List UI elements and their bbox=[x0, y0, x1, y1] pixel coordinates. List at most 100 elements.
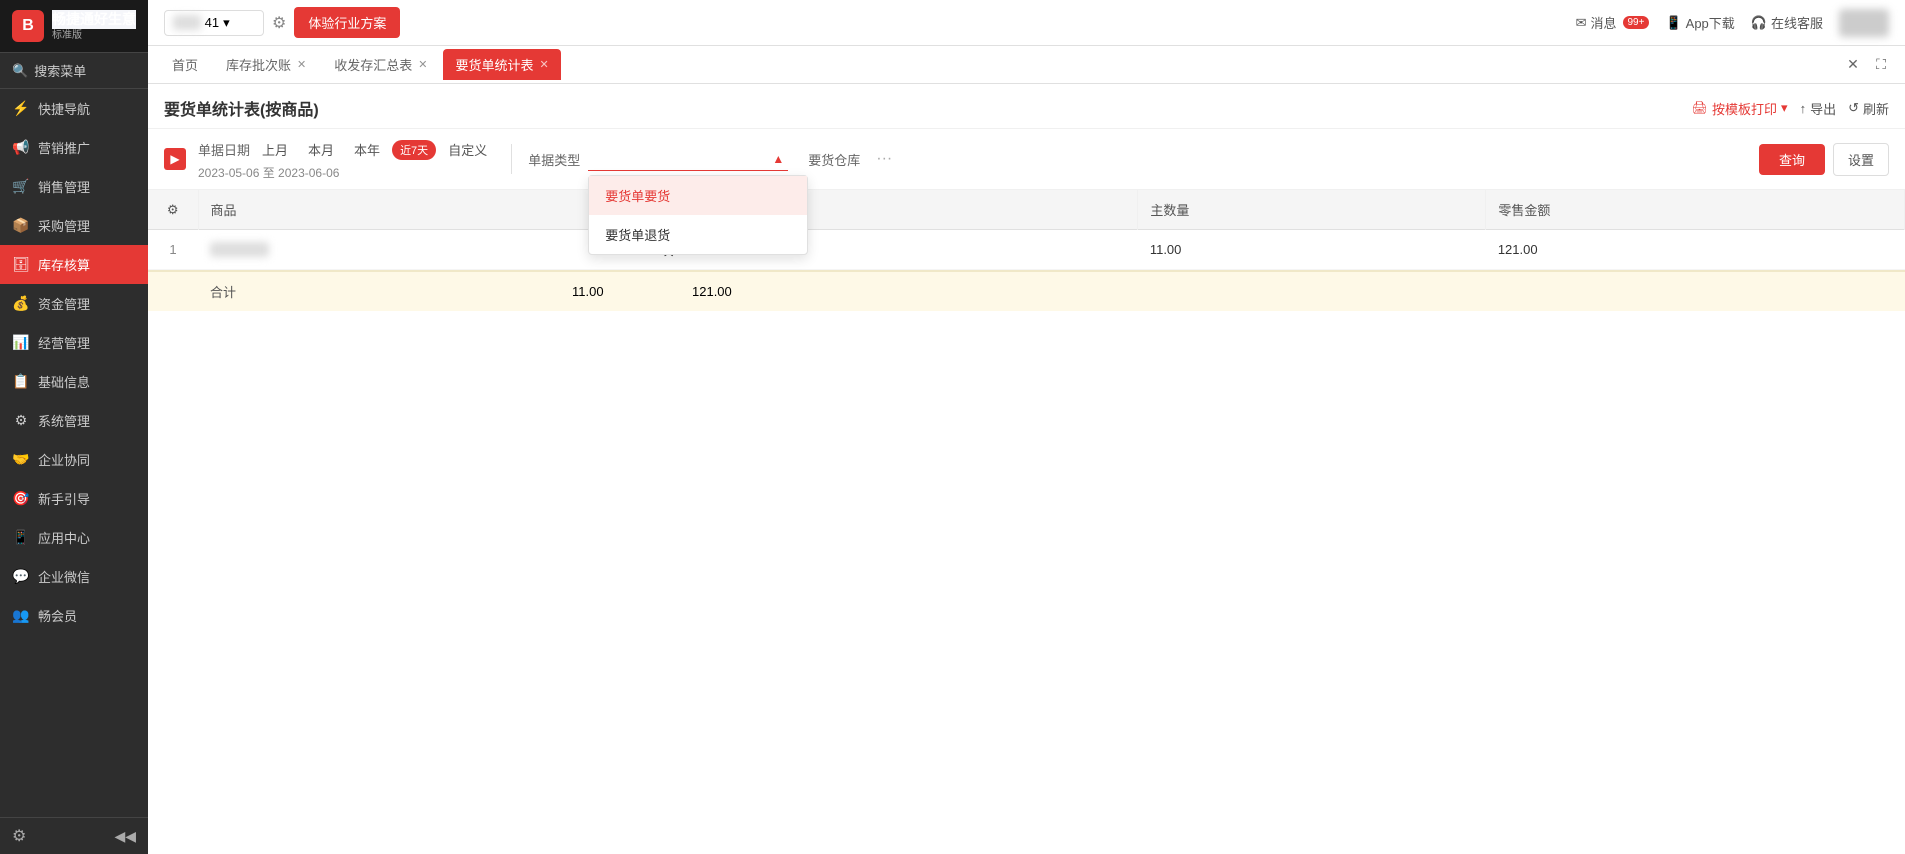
sidebar-icon-quick-nav: ⚡ bbox=[12, 100, 30, 117]
page-header: 要货单统计表(按商品) 🖨 按模板打印 ▾ ↑ 导出 ↺ 刷新 bbox=[148, 84, 1905, 128]
tab-order-summary[interactable]: 要货单统计表 ✕ bbox=[443, 49, 560, 80]
warehouse-ellipsis-icon[interactable]: ··· bbox=[876, 150, 892, 168]
tab-batch-account[interactable]: 库存批次账✕ bbox=[214, 49, 318, 80]
cell-index-0: 1 bbox=[148, 230, 198, 270]
collapse-button[interactable]: ◀◀ bbox=[114, 828, 136, 845]
print-arrow-icon: ▾ bbox=[1781, 100, 1788, 116]
messages-item[interactable]: ✉ 消息 99+ bbox=[1576, 13, 1650, 32]
messages-badge: 99+ bbox=[1623, 16, 1650, 29]
sidebar-item-basic[interactable]: 📋 基础信息 bbox=[0, 362, 148, 401]
print-icon: 🖨 bbox=[1692, 100, 1709, 116]
dropdown-arrow-icon: ▾ bbox=[223, 15, 230, 31]
sidebar-item-enterprise[interactable]: 🤝 企业协同 bbox=[0, 440, 148, 479]
date-option-this-month[interactable]: 本月 bbox=[300, 137, 342, 162]
sidebar-item-guide[interactable]: 🎯 新手引导 bbox=[0, 479, 148, 518]
type-selector: 单据类型 ▲ 要货单要货要货单退货 bbox=[528, 147, 788, 171]
user-avatar[interactable] bbox=[1839, 9, 1889, 37]
page-inner: 要货单统计表(按商品) 🖨 按模板打印 ▾ ↑ 导出 ↺ 刷新 bbox=[148, 84, 1905, 854]
date-options: 单据日期 上月 本月 本年 近7天 自定义 bbox=[198, 137, 495, 162]
warehouse-filter-label: 要货仓库 bbox=[808, 150, 860, 169]
app-download-item[interactable]: 📱 App下载 bbox=[1665, 13, 1734, 32]
tab-close-receive-summary[interactable]: ✕ bbox=[418, 58, 427, 71]
search-icon: 🔍 bbox=[12, 63, 28, 79]
sidebar-item-wechat[interactable]: 💬 企业微信 bbox=[0, 557, 148, 596]
total-quantity: 11.00 bbox=[560, 284, 680, 299]
sidebar-item-sales[interactable]: 🛒 销售管理 bbox=[0, 167, 148, 206]
sidebar-icon-marketing: 📢 bbox=[12, 139, 30, 156]
tab-close-batch-account[interactable]: ✕ bbox=[297, 58, 306, 71]
refresh-button[interactable]: ↺ 刷新 bbox=[1848, 99, 1889, 118]
table-settings-icon[interactable]: ⚙ bbox=[167, 202, 179, 217]
sidebar-label-sales: 销售管理 bbox=[38, 177, 90, 196]
total-label: 合计 bbox=[160, 282, 360, 301]
filter-divider-1 bbox=[511, 144, 512, 174]
sidebar-icon-app-center: 📱 bbox=[12, 529, 30, 546]
filter-settings-button[interactable]: 设置 bbox=[1833, 143, 1889, 176]
sidebar-bottom: ⚙ ◀◀ bbox=[0, 817, 148, 854]
top-header: ███ 41 ▾ ⚙ 体验行业方案 ✉ 消息 99+ 📱 App下载 🎧 在线客… bbox=[148, 0, 1905, 46]
sidebar-icon-purchase: 📦 bbox=[12, 217, 30, 234]
type-input[interactable] bbox=[588, 147, 788, 171]
sidebar-item-marketing[interactable]: 📢 营销推广 bbox=[0, 128, 148, 167]
cell-product-0: ████ ██ bbox=[198, 230, 649, 270]
trial-button[interactable]: 体验行业方案 bbox=[294, 7, 400, 38]
header-right: ✉ 消息 99+ 📱 App下载 🎧 在线客服 bbox=[1576, 9, 1889, 37]
col-product: 商品 bbox=[198, 190, 649, 230]
sidebar-item-purchase[interactable]: 📦 采购管理 bbox=[0, 206, 148, 245]
query-button[interactable]: 查询 bbox=[1759, 144, 1825, 175]
sidebar-label-purchase: 采购管理 bbox=[38, 216, 90, 235]
date-option-custom[interactable]: 自定义 bbox=[440, 137, 495, 162]
export-button[interactable]: ↑ 导出 bbox=[1800, 99, 1837, 118]
cell-quantity-0: 11.00 bbox=[1138, 230, 1486, 270]
col-settings[interactable]: ⚙ bbox=[148, 190, 198, 230]
dropdown-item-return[interactable]: 要货单退货 bbox=[589, 215, 807, 254]
date-option-this-year[interactable]: 本年 bbox=[346, 137, 388, 162]
sidebar-item-members[interactable]: 👥 畅会员 bbox=[0, 596, 148, 635]
search-menu[interactable]: 🔍 搜索菜单 bbox=[0, 53, 148, 89]
tab-label-order-summary: 要货单统计表 bbox=[455, 55, 533, 74]
sidebar-label-enterprise: 企业协同 bbox=[38, 450, 90, 469]
sidebar-item-inventory[interactable]: 🗄 库存核算 bbox=[0, 245, 148, 284]
sidebar: B 畅捷通好生意 标准版 🔍 搜索菜单 ⚡ 快捷导航 📢 营销推广 🛒 销售管理… bbox=[0, 0, 148, 854]
tab-label-receive-summary: 收发存汇总表 bbox=[334, 55, 412, 74]
tab-label-home: 首页 bbox=[172, 55, 198, 74]
table-head: ⚙ 商品 主计量单位 主数量 零售金额 bbox=[148, 190, 1905, 230]
print-button[interactable]: 🖨 按模板打印 ▾ bbox=[1692, 99, 1788, 118]
filter-toggle-button[interactable]: ▶ bbox=[164, 148, 186, 170]
sidebar-item-finance[interactable]: 💰 资金管理 bbox=[0, 284, 148, 323]
sidebar-item-system[interactable]: ⚙ 系统管理 bbox=[0, 401, 148, 440]
sidebar-label-finance: 资金管理 bbox=[38, 294, 90, 313]
table-header-row: ⚙ 商品 主计量单位 主数量 零售金额 bbox=[148, 190, 1905, 230]
app-logo: B 畅捷通好生意 标准版 bbox=[0, 0, 148, 53]
close-all-tabs-button[interactable]: ✕ bbox=[1841, 53, 1865, 77]
sidebar-label-quick-nav: 快捷导航 bbox=[38, 99, 90, 118]
sidebar-icon-sales: 🛒 bbox=[12, 178, 30, 195]
date-option-last-month[interactable]: 上月 bbox=[254, 137, 296, 162]
settings-icon[interactable]: ⚙ bbox=[12, 826, 26, 846]
filter-bar: ▶ 单据日期 上月 本月 本年 近7天 自定义 2023-05-06 至 202… bbox=[148, 128, 1905, 190]
online-service-item[interactable]: 🎧 在线客服 bbox=[1751, 13, 1823, 32]
logo-icon: B bbox=[12, 10, 44, 42]
tab-home[interactable]: 首页 bbox=[160, 49, 210, 80]
sidebar-label-wechat: 企业微信 bbox=[38, 567, 90, 586]
date-filter-section: 单据日期 上月 本月 本年 近7天 自定义 2023-05-06 至 2023-… bbox=[198, 137, 495, 181]
date-range-display: 2023-05-06 至 2023-06-06 bbox=[198, 164, 495, 181]
dropdown-item-requisition[interactable]: 要货单要货 bbox=[589, 176, 807, 215]
sidebar-icon-system: ⚙ bbox=[12, 412, 30, 429]
sidebar-icon-finance: 💰 bbox=[12, 295, 30, 312]
store-selector[interactable]: ███ 41 ▾ bbox=[164, 10, 264, 36]
tab-close-order-summary[interactable]: ✕ bbox=[540, 58, 549, 71]
date-option-7days[interactable]: 近7天 bbox=[392, 140, 436, 160]
refresh-icon: ↺ bbox=[1848, 100, 1859, 116]
tab-receive-summary[interactable]: 收发存汇总表 ✕ bbox=[322, 49, 439, 80]
sidebar-item-quick-nav[interactable]: ⚡ 快捷导航 bbox=[0, 89, 148, 128]
header-settings-icon[interactable]: ⚙ bbox=[272, 13, 286, 33]
sidebar-label-inventory: 库存核算 bbox=[38, 255, 90, 274]
sidebar-label-operations: 经营管理 bbox=[38, 333, 90, 352]
sidebar-item-app-center[interactable]: 📱 应用中心 bbox=[0, 518, 148, 557]
sidebar-item-operations[interactable]: 📊 经营管理 bbox=[0, 323, 148, 362]
sidebar-icon-basic: 📋 bbox=[12, 373, 30, 390]
header-left: ███ 41 ▾ ⚙ 体验行业方案 bbox=[164, 7, 1564, 38]
expand-tabs-button[interactable]: ⛶ bbox=[1869, 53, 1893, 77]
message-icon: ✉ bbox=[1576, 15, 1587, 31]
